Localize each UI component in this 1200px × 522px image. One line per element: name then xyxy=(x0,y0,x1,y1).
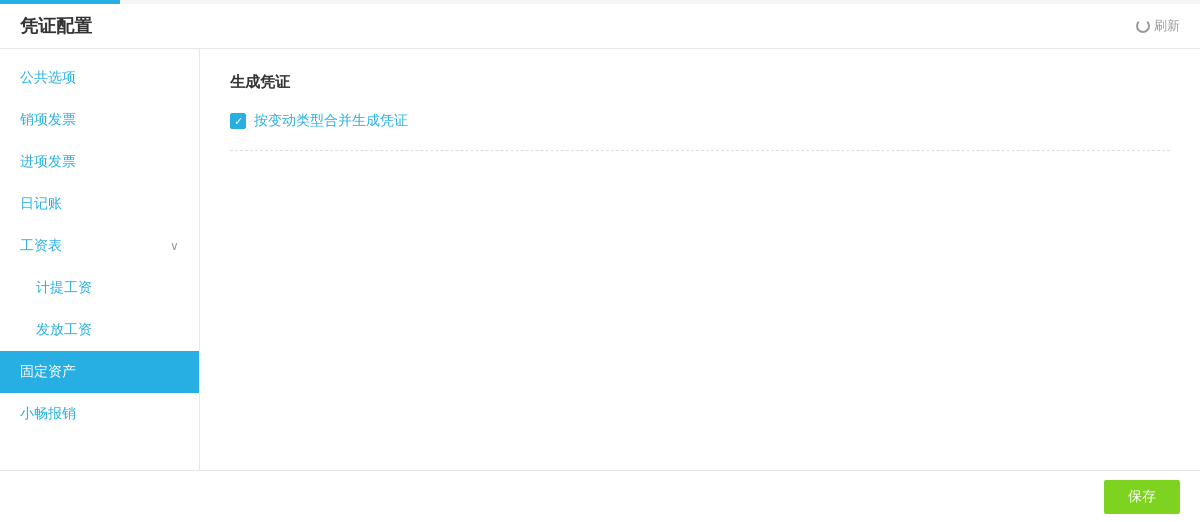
main-content: 生成凭证 按变动类型合并生成凭证 xyxy=(200,49,1200,470)
section-divider xyxy=(230,150,1170,151)
checkbox-row[interactable]: 按变动类型合并生成凭证 xyxy=(230,112,1170,130)
merge-by-type-checkbox[interactable] xyxy=(230,113,246,129)
refresh-label: 刷新 xyxy=(1154,17,1180,35)
sidebar-item-pay-payroll[interactable]: 发放工资 xyxy=(0,309,199,351)
sidebar-item-public[interactable]: 公共选项 xyxy=(0,57,199,99)
page-title: 凭证配置 xyxy=(20,14,92,38)
chevron-down-icon: ∨ xyxy=(170,239,179,253)
sidebar-item-payroll-table[interactable]: 工资表∨ xyxy=(0,225,199,267)
footer: 保存 xyxy=(0,470,1200,522)
refresh-icon xyxy=(1136,19,1150,33)
sidebar-item-purchase-invoice[interactable]: 进项发票 xyxy=(0,141,199,183)
save-button[interactable]: 保存 xyxy=(1104,480,1180,514)
page-wrapper: 凭证配置 刷新 公共选项销项发票进项发票日记账工资表∨计提工资发放工资固定资产小… xyxy=(0,0,1200,522)
checkbox-label: 按变动类型合并生成凭证 xyxy=(254,112,408,130)
refresh-button[interactable]: 刷新 xyxy=(1136,17,1180,35)
sidebar-item-fixed-assets[interactable]: 固定资产 xyxy=(0,351,199,393)
sidebar-item-journal[interactable]: 日记账 xyxy=(0,183,199,225)
sidebar-item-expense-report[interactable]: 小畅报销 xyxy=(0,393,199,435)
sidebar-item-calculate-payroll[interactable]: 计提工资 xyxy=(0,267,199,309)
sidebar-item-sales-invoice[interactable]: 销项发票 xyxy=(0,99,199,141)
section-title: 生成凭证 xyxy=(230,73,1170,92)
sidebar: 公共选项销项发票进项发票日记账工资表∨计提工资发放工资固定资产小畅报销 xyxy=(0,49,200,470)
body: 公共选项销项发票进项发票日记账工资表∨计提工资发放工资固定资产小畅报销 生成凭证… xyxy=(0,49,1200,470)
header: 凭证配置 刷新 xyxy=(0,4,1200,49)
